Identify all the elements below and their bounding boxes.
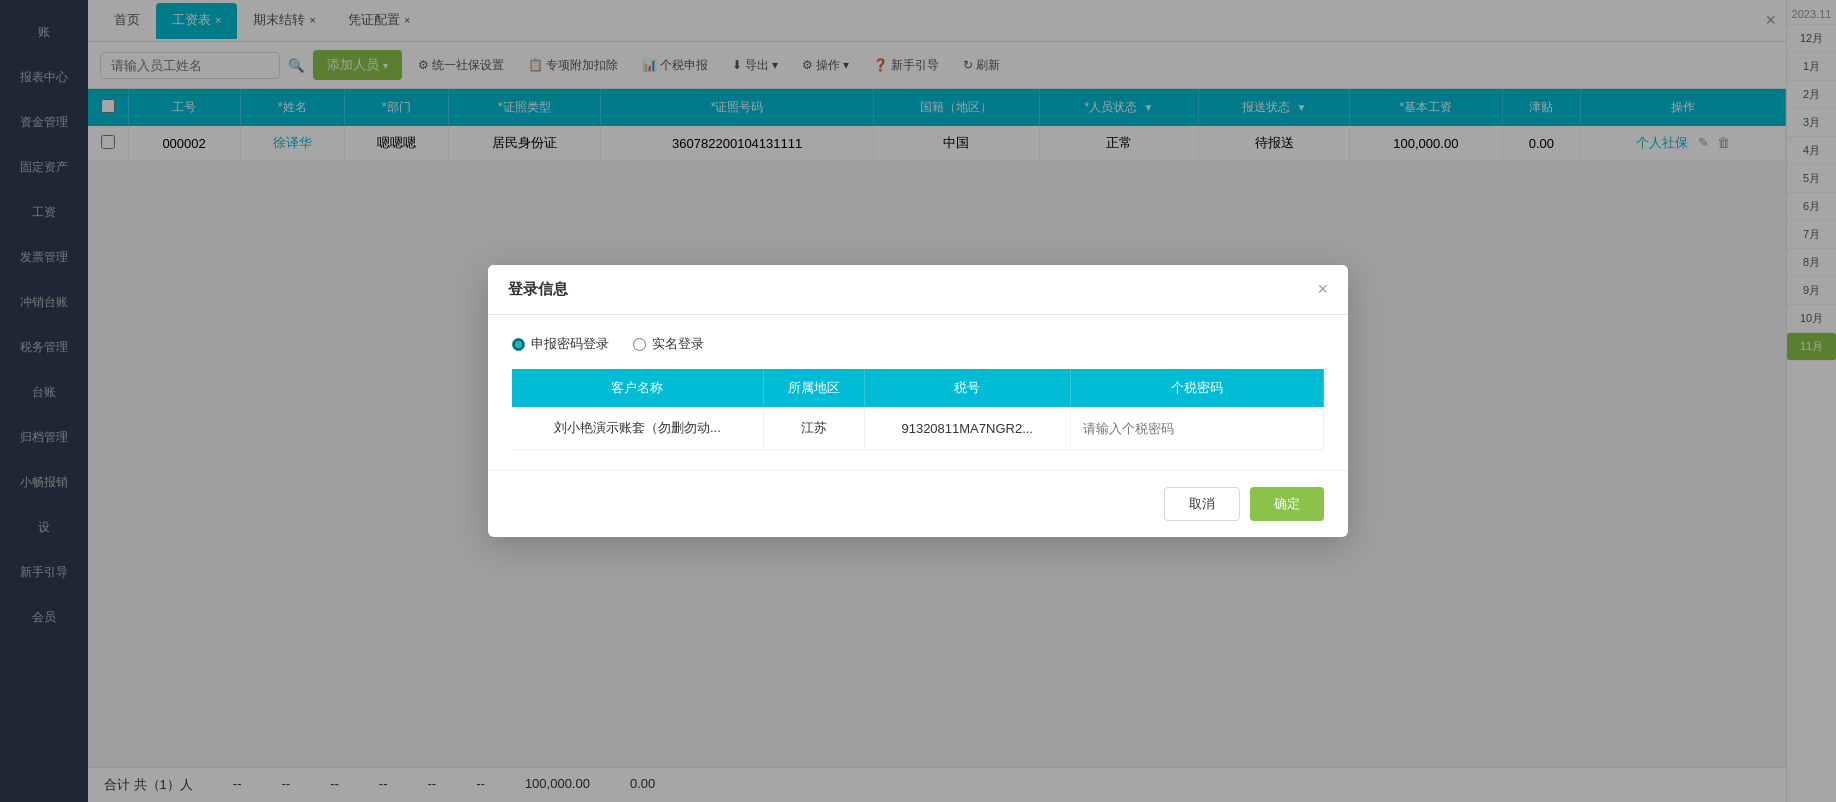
radio-password-input[interactable]	[512, 338, 525, 351]
dialog-close-button[interactable]: ×	[1317, 279, 1328, 300]
radio-password-login[interactable]: 申报密码登录	[512, 335, 609, 353]
radio-realname-input[interactable]	[633, 338, 646, 351]
login-type-group: 申报密码登录 实名登录	[512, 335, 1324, 353]
modal-overlay: 登录信息 × 申报密码登录 实名登录	[0, 0, 1836, 802]
confirm-button[interactable]: 确定	[1250, 487, 1324, 521]
radio-realname-login[interactable]: 实名登录	[633, 335, 704, 353]
dialog-cell-name: 刘小艳演示账套（勿删勿动...	[512, 407, 763, 450]
dialog-col-name: 客户名称	[512, 369, 763, 407]
dialog-col-region: 所属地区	[763, 369, 864, 407]
login-table: 客户名称 所属地区 税号 个税密码 刘小艳演示账套（勿删勿动... 江苏 913…	[512, 369, 1324, 450]
dialog-cell-password[interactable]	[1070, 407, 1324, 450]
dialog-col-password: 个税密码	[1070, 369, 1324, 407]
login-dialog: 登录信息 × 申报密码登录 实名登录	[488, 265, 1348, 537]
cancel-button[interactable]: 取消	[1164, 487, 1240, 521]
dialog-footer: 取消 确定	[488, 470, 1348, 537]
dialog-col-taxno: 税号	[864, 369, 1070, 407]
dialog-cell-taxno: 91320811MA7NGR2...	[864, 407, 1070, 450]
dialog-title: 登录信息	[508, 280, 568, 299]
dialog-cell-region: 江苏	[763, 407, 864, 450]
dialog-body: 申报密码登录 实名登录 客户名称 所属地区 税号 个税密码	[488, 315, 1348, 470]
dialog-header: 登录信息 ×	[488, 265, 1348, 315]
dialog-table-row: 刘小艳演示账套（勿删勿动... 江苏 91320811MA7NGR2...	[512, 407, 1324, 450]
tax-password-input[interactable]	[1083, 421, 1312, 436]
